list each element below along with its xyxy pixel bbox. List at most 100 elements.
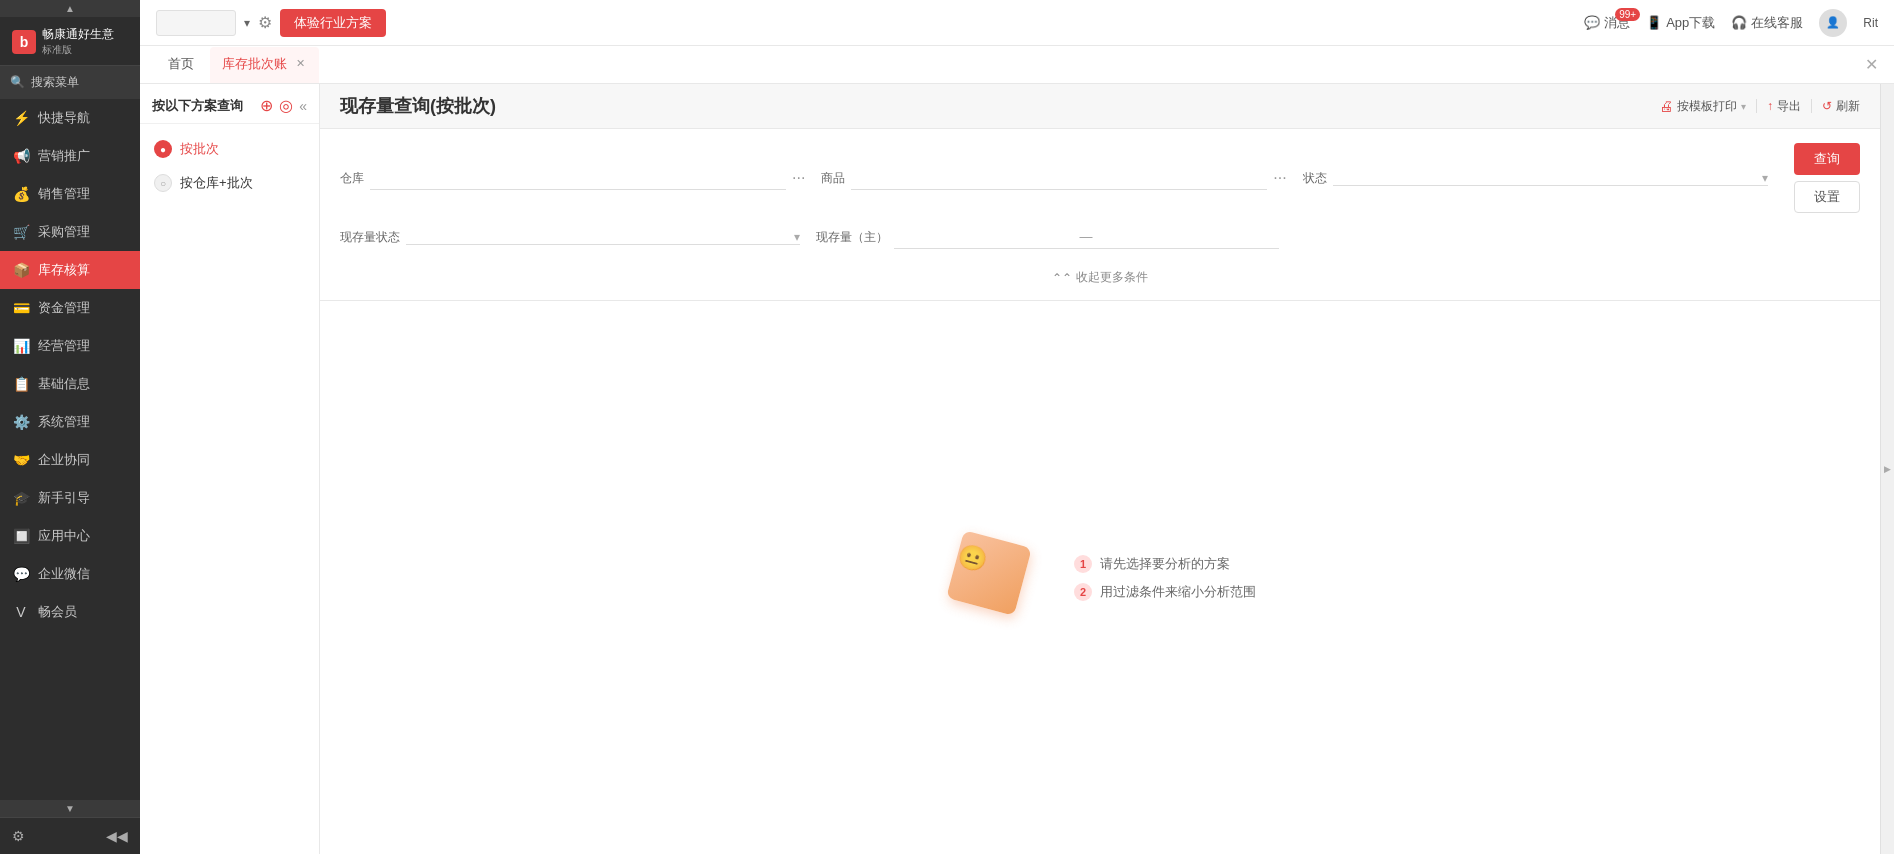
- add-scheme-button[interactable]: ⊕: [260, 96, 273, 115]
- refresh-label: 刷新: [1836, 98, 1860, 115]
- range-dash: —: [1080, 229, 1093, 244]
- print-dropdown-icon[interactable]: ▾: [1741, 101, 1746, 112]
- refresh-button[interactable]: ↺ 刷新: [1822, 98, 1860, 115]
- empty-state: 😐 1 请先选择要分析的方案 2 用过滤条件来缩小分析范围: [320, 301, 1880, 854]
- appstore-icon: 🔲: [12, 527, 30, 545]
- warehouse-dots-button[interactable]: ···: [792, 169, 805, 187]
- export-label: 导出: [1777, 98, 1801, 115]
- collapse-up-icon: ⌃⌃: [1052, 271, 1072, 285]
- sidebar-scroll-up[interactable]: ▲: [0, 0, 140, 17]
- system-icon: ⚙️: [12, 413, 30, 431]
- sidebar-nav: ⚡ 快捷导航 📢 营销推广 💰 销售管理 🛒 采购管理 📦 库存核算 💳 资金管…: [0, 99, 140, 800]
- empty-hints: 1 请先选择要分析的方案 2 用过滤条件来缩小分析范围: [1074, 555, 1256, 601]
- topbar-breadcrumb: [156, 10, 236, 36]
- collab-icon: 🤝: [12, 451, 30, 469]
- product-dots-button[interactable]: ···: [1273, 169, 1286, 187]
- member-icon: V: [12, 603, 30, 621]
- sidebar-item-label-marketing: 营销推广: [38, 147, 90, 165]
- status-chevron-icon[interactable]: ▾: [1762, 171, 1768, 185]
- sidebar-item-newbie[interactable]: 🎓 新手引导: [0, 479, 140, 517]
- hint-number-1: 1: [1074, 555, 1092, 573]
- page-title: 现存量查询(按批次): [340, 94, 496, 118]
- sidebar-item-sales[interactable]: 💰 销售管理: [0, 175, 140, 213]
- scheme-item-warehouse-batch[interactable]: ○ 按仓库+批次: [140, 166, 319, 200]
- sidebar-item-label-system: 系统管理: [38, 413, 90, 431]
- stock-status-chevron-icon[interactable]: ▾: [794, 230, 800, 244]
- sidebar-item-ops[interactable]: 📊 经营管理: [0, 327, 140, 365]
- stock-qty-label: 现存量（主）: [816, 229, 888, 246]
- product-label: 商品: [821, 170, 845, 187]
- stock-qty-range: —: [894, 225, 1279, 249]
- sidebar-item-label-finance: 资金管理: [38, 299, 90, 317]
- topbar-gear-icon[interactable]: ⚙: [258, 13, 272, 32]
- app-download-button[interactable]: 📱 App下载: [1646, 14, 1715, 32]
- sidebar-item-basic[interactable]: 📋 基础信息: [0, 365, 140, 403]
- stock-status-label: 现存量状态: [340, 229, 400, 246]
- right-edge-panel[interactable]: ▶: [1880, 84, 1894, 854]
- right-content: 现存量查询(按批次) 🖨 按模板打印 ▾ ↑ 导出 ↺ 刷: [320, 84, 1880, 854]
- settings-icon[interactable]: ⚙: [12, 828, 25, 844]
- refresh-icon: ↺: [1822, 99, 1832, 113]
- sales-icon: 💰: [12, 185, 30, 203]
- export-button[interactable]: ↑ 导出: [1767, 98, 1801, 115]
- sidebar-item-label-wxwork: 企业微信: [38, 565, 90, 583]
- marketing-icon: 📢: [12, 147, 30, 165]
- tab-inventory-batch[interactable]: 库存批次账 ✕: [210, 47, 319, 83]
- tab-close-inventory-batch[interactable]: ✕: [293, 57, 307, 71]
- sidebar-item-purchase[interactable]: 🛒 采购管理: [0, 213, 140, 251]
- sidebar-item-quick-nav[interactable]: ⚡ 快捷导航: [0, 99, 140, 137]
- search-menu[interactable]: 🔍 搜索菜单: [0, 66, 140, 99]
- left-panel-title: 按以下方案查询: [152, 97, 243, 115]
- filter-status: 状态 ▾: [1303, 170, 1768, 187]
- username: Rit: [1863, 16, 1878, 30]
- collapse-left-panel-button[interactable]: «: [299, 98, 307, 114]
- hint-text-2: 用过滤条件来缩小分析范围: [1100, 583, 1256, 601]
- collapse-sidebar-icon[interactable]: ◀◀: [106, 828, 128, 844]
- messages-button[interactable]: 💬 消息 99+: [1584, 14, 1630, 32]
- tabbar: 首页 库存批次账 ✕ ✕: [140, 46, 1894, 84]
- wxwork-icon: 💬: [12, 565, 30, 583]
- collapse-more-button[interactable]: ⌃⌃ 收起更多条件: [340, 261, 1860, 286]
- product-input[interactable]: [851, 166, 1267, 190]
- warehouse-input[interactable]: [370, 166, 786, 190]
- scheme-label-batch: 按批次: [180, 140, 219, 158]
- page-header: 现存量查询(按批次) 🖨 按模板打印 ▾ ↑ 导出 ↺ 刷: [320, 84, 1880, 129]
- topbar-dropdown-icon[interactable]: ▾: [244, 16, 250, 30]
- basic-icon: 📋: [12, 375, 30, 393]
- sidebar-scroll-down[interactable]: ▼: [0, 800, 140, 817]
- stock-qty-max-input[interactable]: [1099, 227, 1279, 246]
- app-download-label: App下载: [1666, 14, 1715, 32]
- newbie-icon: 🎓: [12, 489, 30, 507]
- user-avatar[interactable]: 👤: [1819, 9, 1847, 37]
- filter-stock-qty: 现存量（主） —: [816, 225, 1279, 249]
- hint-text-1: 请先选择要分析的方案: [1100, 555, 1230, 573]
- tab-home[interactable]: 首页: [156, 47, 206, 83]
- sidebar-item-finance[interactable]: 💳 资金管理: [0, 289, 140, 327]
- sidebar-item-system[interactable]: ⚙️ 系统管理: [0, 403, 140, 441]
- scheme-item-batch[interactable]: ● 按批次: [140, 132, 319, 166]
- scheme-dot-warehouse-batch: ○: [154, 174, 172, 192]
- stock-qty-min-input[interactable]: [894, 227, 1074, 246]
- sidebar-item-collab[interactable]: 🤝 企业协同: [0, 441, 140, 479]
- sidebar-item-appstore[interactable]: 🔲 应用中心: [0, 517, 140, 555]
- left-panel-actions: ⊕ ◎ «: [260, 96, 307, 115]
- online-service-button[interactable]: 🎧 在线客服: [1731, 14, 1803, 32]
- close-all-tabs-button[interactable]: ✕: [1865, 55, 1878, 74]
- sidebar-item-label-purchase: 采购管理: [38, 223, 90, 241]
- scheme-list: ● 按批次 ○ 按仓库+批次: [140, 124, 319, 854]
- query-button[interactable]: 查询: [1794, 143, 1860, 175]
- scheme-settings-button[interactable]: ◎: [279, 96, 293, 115]
- sidebar-item-marketing[interactable]: 📢 营销推广: [0, 137, 140, 175]
- hint-number-2: 2: [1074, 583, 1092, 601]
- filter-settings-button[interactable]: 设置: [1794, 181, 1860, 213]
- sidebar-item-inventory[interactable]: 📦 库存核算: [0, 251, 140, 289]
- right-edge-icon: ▶: [1884, 464, 1891, 474]
- sidebar-item-wxwork[interactable]: 💬 企业微信: [0, 555, 140, 593]
- app-logo-icon: b: [12, 30, 36, 54]
- trial-button[interactable]: 体验行业方案: [280, 9, 386, 37]
- ops-icon: 📊: [12, 337, 30, 355]
- sidebar-item-label-collab: 企业协同: [38, 451, 90, 469]
- print-button[interactable]: 🖨 按模板打印 ▾: [1659, 98, 1746, 115]
- scheme-label-warehouse-batch: 按仓库+批次: [180, 174, 253, 192]
- sidebar-item-member[interactable]: V 畅会员: [0, 593, 140, 631]
